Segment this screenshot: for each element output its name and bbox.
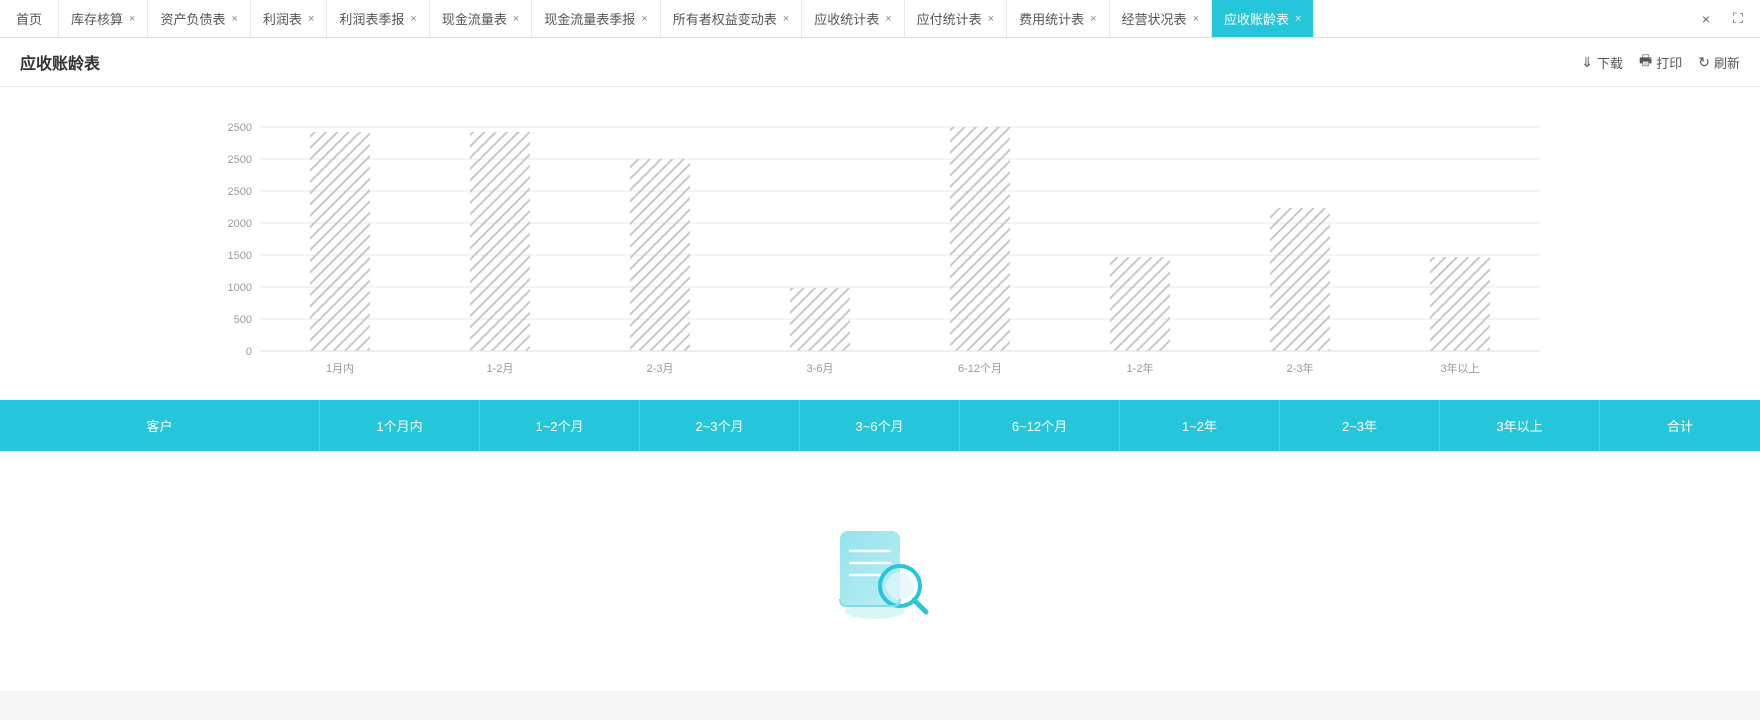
bar-2-3月 [630,159,690,351]
tab-balance-sheet[interactable]: 资产负债表 × [148,0,250,38]
tab-home-label: 首页 [16,9,42,28]
header-actions: ⇓ 下载 🖶 打印 ↻ 刷新 [1581,50,1740,74]
page-header: 应收账龄表 ⇓ 下载 🖶 打印 ↻ 刷新 [0,38,1760,87]
tab-ar-aging[interactable]: 应收账龄表 × [1212,0,1314,38]
tab-cashflow-label: 现金流量表 [442,9,507,28]
tab-profit-quarterly[interactable]: 利润表季报 × [327,0,429,38]
svg-text:1500: 1500 [228,250,252,262]
svg-text:2000: 2000 [228,218,252,230]
col-3year-plus: 3年以上 [1440,400,1600,451]
svg-text:1-2月: 1-2月 [487,363,514,375]
refresh-icon: ↻ [1698,54,1710,71]
tab-ar-stats-label: 应收统计表 [814,9,879,28]
tab-expense-stats[interactable]: 费用统计表 × [1007,0,1109,38]
tab-business-status[interactable]: 经营状况表 × [1110,0,1212,38]
maximize-window-button[interactable]: ⛶ [1724,5,1752,33]
svg-text:6-12个月: 6-12个月 [958,362,1002,375]
svg-text:1-2年: 1-2年 [1127,361,1154,375]
col-total: 合计 [1600,400,1760,451]
maximize-icon: ⛶ [1733,10,1743,27]
page-title: 应收账龄表 [20,50,100,74]
bar-1月内 [310,132,370,351]
tab-business-status-close[interactable]: × [1193,13,1199,25]
col-2-3month: 2~3个月 [640,400,800,451]
chart-area: 2500 2500 2500 2000 1500 1000 500 0 1月内 … [0,87,1760,400]
tab-profit[interactable]: 利润表 × [251,0,327,38]
tab-cashflow[interactable]: 现金流量表 × [430,0,532,38]
print-label: 打印 [1656,53,1682,72]
tab-cashflow-close[interactable]: × [513,13,519,25]
svg-text:3-6月: 3-6月 [807,363,834,375]
col-customer: 客户 [0,400,320,451]
tab-expense-stats-close[interactable]: × [1090,13,1096,25]
svg-text:2500: 2500 [228,186,252,198]
tab-expense-stats-label: 费用统计表 [1019,9,1084,28]
col-2-3year: 2~3年 [1280,400,1440,451]
download-icon: ⇓ [1581,54,1593,71]
svg-text:2500: 2500 [228,122,252,134]
tab-profit-quarterly-label: 利润表季报 [339,9,404,28]
col-3-6month: 3~6个月 [800,400,960,451]
col-1-2year: 1~2年 [1120,400,1280,451]
tab-business-status-label: 经营状况表 [1122,9,1187,28]
download-button[interactable]: ⇓ 下载 [1581,53,1623,72]
col-6-12month: 6~12个月 [960,400,1120,451]
tab-ap-stats-label: 应付统计表 [917,9,982,28]
tab-profit-label: 利润表 [263,9,302,28]
tab-cashflow-quarterly-close[interactable]: × [641,13,647,25]
tab-balance-sheet-label: 资产负债表 [160,9,225,28]
tab-ar-aging-label: 应收账龄表 [1224,9,1289,28]
refresh-button[interactable]: ↻ 刷新 [1698,53,1740,72]
tab-equity-label: 所有者权益变动表 [673,9,777,28]
tab-ar-aging-close[interactable]: × [1295,13,1301,25]
print-icon: 🖶 [1639,50,1652,74]
close-window-button[interactable]: × [1692,5,1720,33]
tab-ar-stats-close[interactable]: × [885,13,891,25]
download-label: 下载 [1597,53,1623,72]
refresh-label: 刷新 [1714,53,1740,72]
tab-profit-close[interactable]: × [308,13,314,25]
print-button[interactable]: 🖶 打印 [1639,50,1682,74]
svg-text:2500: 2500 [228,154,252,166]
main-content: 2500 2500 2500 2000 1500 1000 500 0 1月内 … [0,87,1760,691]
tab-inventory-label: 库存核算 [71,9,123,28]
tab-equity[interactable]: 所有者权益变动表 × [661,0,802,38]
svg-text:0: 0 [246,346,252,358]
col-1month: 1个月内 [320,400,480,451]
tab-ap-stats[interactable]: 应付统计表 × [905,0,1007,38]
bar-2-3年 [1270,208,1330,351]
svg-text:2-3月: 2-3月 [647,363,674,375]
bar-1-2月 [470,132,530,351]
tab-balance-sheet-close[interactable]: × [231,13,237,25]
svg-text:1月内: 1月内 [326,361,354,375]
table-header: 客户 1个月内 1~2个月 2~3个月 3~6个月 6~12个月 1~2年 2~… [0,400,1760,451]
close-icon: × [1702,11,1710,27]
tab-home[interactable]: 首页 [0,0,59,38]
svg-text:3年以上: 3年以上 [1440,361,1479,375]
tab-ar-stats[interactable]: 应收统计表 × [802,0,904,38]
bar-3年以上 [1430,257,1490,351]
tab-cashflow-quarterly-label: 现金流量表季报 [544,9,635,28]
col-1-2month: 1~2个月 [480,400,640,451]
tab-bar: 首页 库存核算 × 资产负债表 × 利润表 × 利润表季报 × 现金流量表 × … [0,0,1760,38]
tab-inventory-close[interactable]: × [129,13,135,25]
svg-text:1000: 1000 [228,282,252,294]
bar-6-12个月 [950,127,1010,351]
tab-ap-stats-close[interactable]: × [988,13,994,25]
tab-cashflow-quarterly[interactable]: 现金流量表季报 × [532,0,660,38]
tab-equity-close[interactable]: × [783,13,789,25]
tab-inventory[interactable]: 库存核算 × [59,0,148,38]
svg-text:500: 500 [234,314,252,326]
empty-state [0,451,1760,691]
bar-3-6月 [790,288,850,351]
bar-chart: 2500 2500 2500 2000 1500 1000 500 0 1月内 … [30,107,1730,387]
tab-bar-actions: × ⛶ [1692,5,1760,33]
bar-1-2年 [1110,257,1170,351]
empty-state-icon [820,511,940,631]
tab-profit-quarterly-close[interactable]: × [410,13,416,25]
svg-text:2-3年: 2-3年 [1287,361,1314,375]
